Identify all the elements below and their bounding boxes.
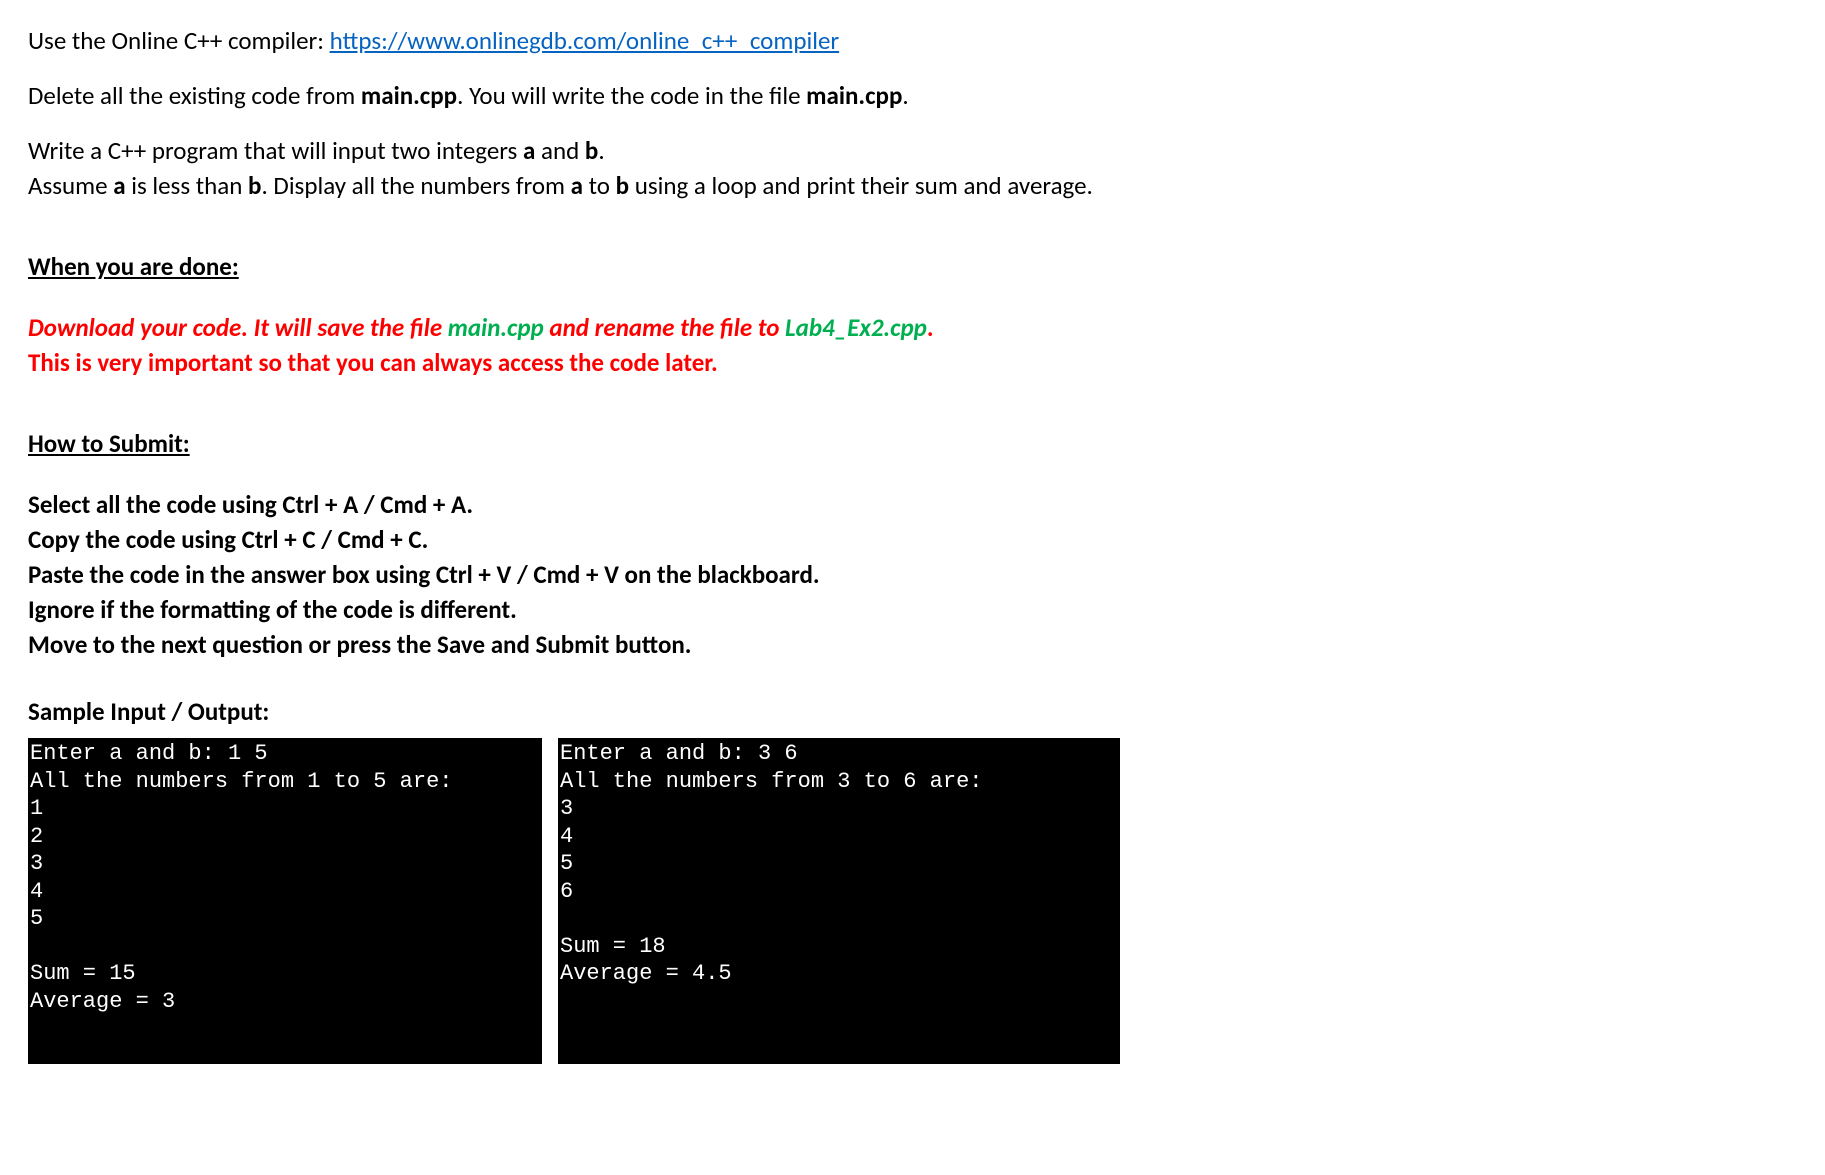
t3c: and [535,135,585,166]
compiler-link[interactable]: https://www.onlinegdb.com/online_c++_com… [330,25,840,56]
intro-line-2: Delete all the existing code from main.c… [28,79,1797,112]
console-sample-2: Enter a and b: 3 6 All the numbers from … [558,738,1120,1064]
dl-c: and rename the file to [544,312,785,343]
t4g: to [583,170,616,201]
submit-step-4: Ignore if the formatting of the code is … [28,593,1797,626]
when-done-heading: When you are done: [28,250,239,283]
t4i: using a loop and print their sum and ave… [629,170,1093,201]
submit-step-2: Copy the code using Ctrl + C / Cmd + C. [28,523,1797,556]
t4d: b [248,170,261,201]
t3d: b [585,135,598,166]
document-page: Use the Online C++ compiler: https://www… [0,0,1825,1088]
important-text: This is very important so that you can a… [28,347,718,378]
submit-step-1: Select all the code using Ctrl + A / Cmd… [28,488,1797,521]
intro-line-1: Use the Online C++ compiler: https://www… [28,24,1797,57]
t3b: a [523,135,535,166]
dl-a: Download your code. It will save the fil… [28,312,448,343]
t4b: a [113,170,125,201]
t4a: Assume [28,170,113,201]
t2d: main.cpp [806,80,902,111]
submit-step-3: Paste the code in the answer box using C… [28,558,1797,591]
submit-steps: Select all the code using Ctrl + A / Cmd… [28,488,1797,661]
dl-e: . [927,312,934,343]
how-to-submit-heading: How to Submit: [28,427,190,460]
dl-b: main.cpp [448,312,544,343]
t4e: . Display all the numbers from [261,170,570,201]
t3e: . [598,135,604,166]
important-line: This is very important so that you can a… [28,346,1797,379]
t2a: Delete all the existing code from [28,80,361,111]
intro-line-3: Write a C++ program that will input two … [28,134,1797,167]
t2e: . [902,80,908,111]
t3a: Write a C++ program that will input two … [28,135,523,166]
console-sample-1: Enter a and b: 1 5 All the numbers from … [28,738,542,1064]
intro-line-4: Assume a is less than b. Display all the… [28,169,1797,202]
t4h: b [616,170,629,201]
intro-text-1a: Use the Online C++ compiler: [28,25,330,56]
t2c: . You will write the code in the file [457,80,806,111]
sample-output-row: Enter a and b: 1 5 All the numbers from … [28,738,1797,1064]
submit-step-5: Move to the next question or press the S… [28,628,1797,661]
t4f: a [571,170,583,201]
t4c: is less than [126,170,248,201]
dl-d: Lab4_Ex2.cpp [785,312,927,343]
download-line: Download your code. It will save the fil… [28,311,1797,344]
t2b: main.cpp [361,80,457,111]
sample-io-heading: Sample Input / Output: [28,695,1797,728]
